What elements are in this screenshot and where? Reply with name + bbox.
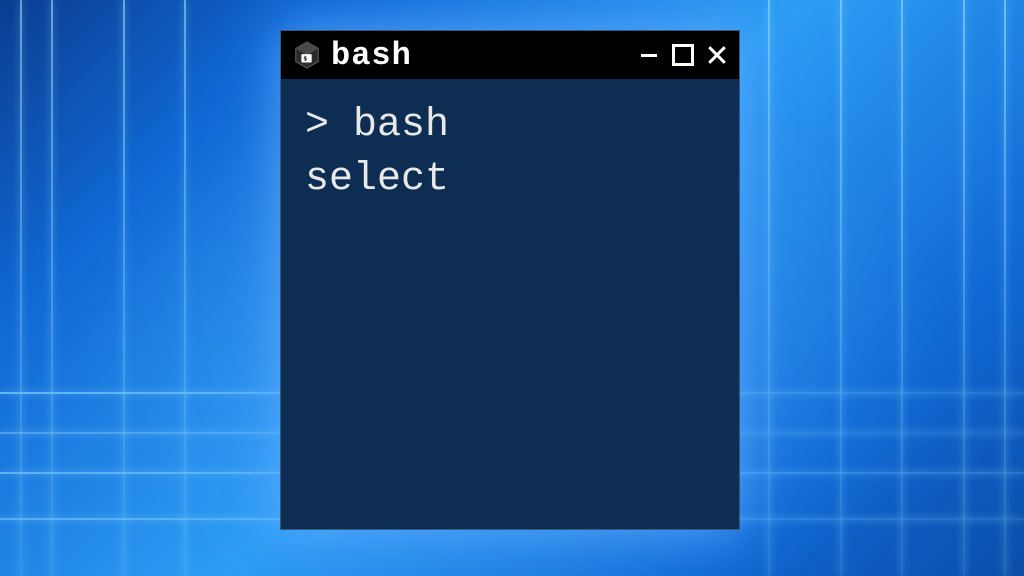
close-button[interactable] [705, 43, 729, 67]
minimize-button[interactable] [637, 43, 661, 67]
terminal-line-1: > bash [305, 99, 715, 153]
window-titlebar[interactable]: $ bash [281, 31, 739, 79]
window-controls [637, 43, 729, 67]
maximize-button[interactable] [671, 43, 695, 67]
bash-terminal-icon: $ [291, 39, 323, 71]
terminal-window: $ bash > bash select [280, 30, 740, 530]
window-title: bash [331, 37, 629, 74]
terminal-line-2: select [305, 153, 715, 207]
command-text: bash [353, 103, 449, 148]
command-continuation: select [305, 157, 449, 202]
terminal-body[interactable]: > bash select [281, 79, 739, 529]
svg-text:$: $ [303, 55, 307, 63]
prompt-symbol: > [305, 103, 353, 148]
